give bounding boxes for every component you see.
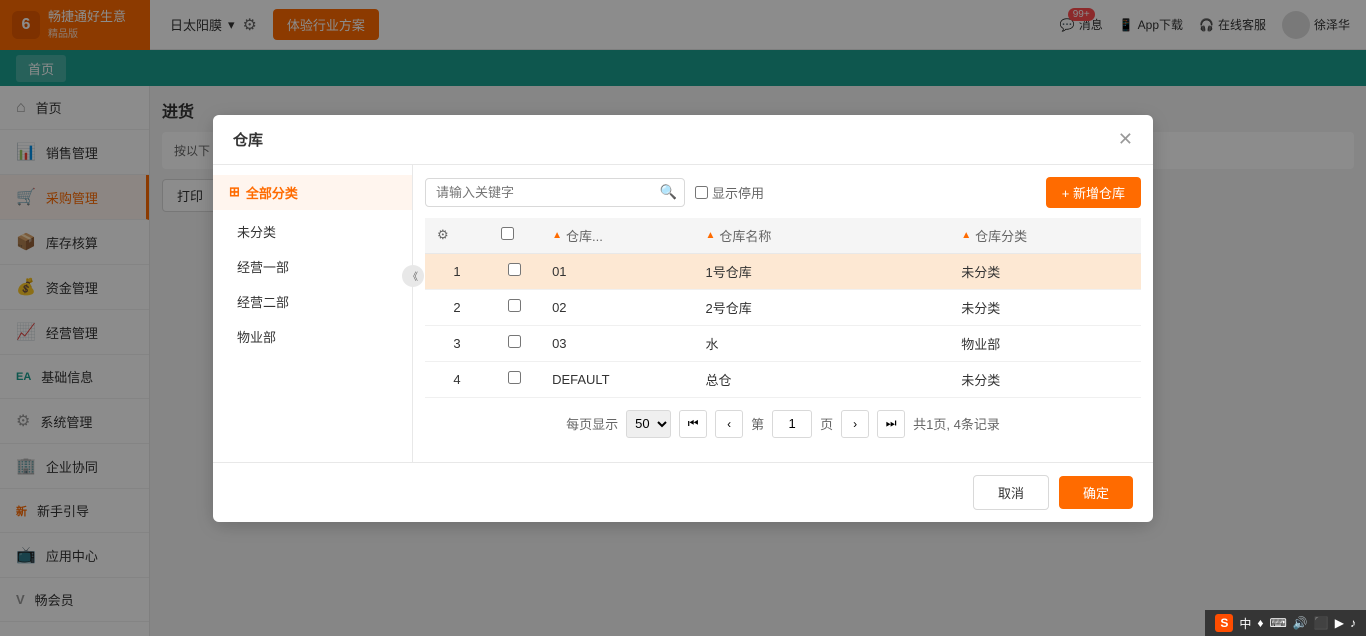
all-categories[interactable]: ⊞ 全部分类 [213,175,412,210]
settings-icon: ⚙ [437,227,449,242]
th-name: ▲ 仓库名称 [693,218,949,254]
table-row[interactable]: 2 02 2号仓库 未分类 [425,289,1141,325]
grid-icon: ⊞ [229,184,240,200]
sort-icon-cat: ▲ [961,230,971,241]
modal-title: 仓库 [233,129,263,150]
search-bar: 🔍 显示停用 + 新增仓库 [425,177,1141,208]
sort-icon: ▲ [552,230,562,241]
row-category: 物业部 [949,325,1141,361]
row-checkbox-cell [489,325,540,361]
modal-header: 仓库 ✕ [213,115,1153,165]
table-container: ⚙ ▲ 仓库... [425,218,1141,398]
table-body: 1 01 1号仓库 未分类 2 [425,253,1141,397]
row-code: DEFAULT [540,361,693,397]
modal-main: 🔍 显示停用 + 新增仓库 ⚙ [413,165,1153,462]
cat-item-unclassified[interactable]: 未分类 [213,214,412,249]
row-name: 总仓 [693,361,949,397]
status-dot: ♦ [1257,616,1263,630]
th-checkbox [489,218,540,254]
page-input[interactable] [772,410,812,438]
last-page-button[interactable]: ⏭ [877,410,905,438]
table-row[interactable]: 1 01 1号仓库 未分类 [425,253,1141,289]
search-input-wrap: 🔍 [425,178,685,207]
show-disabled-label[interactable]: 显示停用 [695,183,764,202]
status-keyboard: ⌨ [1270,616,1287,630]
category-sidebar: ⊞ 全部分类 未分类 经营一部 经营二部 物业部 《 [213,165,413,462]
page-size-select[interactable]: 50 [626,410,671,438]
modal-body: ⊞ 全部分类 未分类 经营一部 经营二部 物业部 《 [213,165,1153,462]
row-name: 1号仓库 [693,253,949,289]
row-checkbox[interactable] [508,335,521,348]
modal-close-button[interactable]: ✕ [1118,129,1133,150]
next-page-button[interactable]: › [841,410,869,438]
th-gear: ⚙ [425,218,489,254]
confirm-button[interactable]: 确定 [1059,476,1133,509]
search-button[interactable]: 🔍 [660,184,677,201]
table-row[interactable]: 3 03 水 物业部 [425,325,1141,361]
warehouse-modal: 仓库 ✕ ⊞ 全部分类 未分类 经营一部 经营二部 [213,115,1153,522]
status-speaker: 🔊 [1293,616,1308,630]
status-brand: S [1215,614,1233,632]
row-checkbox[interactable] [508,371,521,384]
show-disabled-checkbox[interactable] [695,186,708,199]
status-music: ♪ [1350,616,1356,630]
row-code: 02 [540,289,693,325]
th-category: ▲ 仓库分类 [949,218,1141,254]
row-checkbox[interactable] [508,263,521,276]
table-header: ⚙ ▲ 仓库... [425,218,1141,254]
row-name: 水 [693,325,949,361]
row-checkbox-cell [489,253,540,289]
row-code: 03 [540,325,693,361]
th-code: ▲ 仓库... [540,218,693,254]
row-code: 01 [540,253,693,289]
row-category: 未分类 [949,361,1141,397]
first-page-button[interactable]: ⏮ [679,410,707,438]
sidebar-collapse-button[interactable]: 《 [402,265,424,287]
status-square: ⬛ [1314,616,1329,630]
warehouse-table: ⚙ ▲ 仓库... [425,218,1141,398]
row-name: 2号仓库 [693,289,949,325]
status-lang: 中 [1239,615,1251,632]
cat-item-operations1[interactable]: 经营一部 [213,249,412,284]
row-num: 1 [425,253,489,289]
modal-overlay: 仓库 ✕ ⊞ 全部分类 未分类 经营一部 经营二部 [0,0,1366,636]
prev-page-button[interactable]: ‹ [715,410,743,438]
cancel-button[interactable]: 取消 [973,475,1049,510]
cat-item-operations2[interactable]: 经营二部 [213,284,412,319]
sort-icon-name: ▲ [705,230,715,241]
table-row[interactable]: 4 DEFAULT 总仓 未分类 [425,361,1141,397]
cat-item-property[interactable]: 物业部 [213,319,412,354]
row-checkbox-cell [489,289,540,325]
search-input[interactable] [425,178,685,207]
row-category: 未分类 [949,289,1141,325]
status-bar: S 中 ♦ ⌨ 🔊 ⬛ ▶ ♪ [1205,610,1366,636]
select-all-checkbox[interactable] [501,227,514,240]
row-checkbox[interactable] [508,299,521,312]
row-num: 4 [425,361,489,397]
add-warehouse-button[interactable]: + 新增仓库 [1046,177,1141,208]
row-num: 2 [425,289,489,325]
row-checkbox-cell [489,361,540,397]
status-play: ▶ [1335,616,1344,630]
row-category: 未分类 [949,253,1141,289]
row-num: 3 [425,325,489,361]
modal-footer: 取消 确定 [213,462,1153,522]
pagination: 每页显示 50 ⏮ ‹ 第 页 › ⏭ 共1页, 4条记录 [425,398,1141,450]
